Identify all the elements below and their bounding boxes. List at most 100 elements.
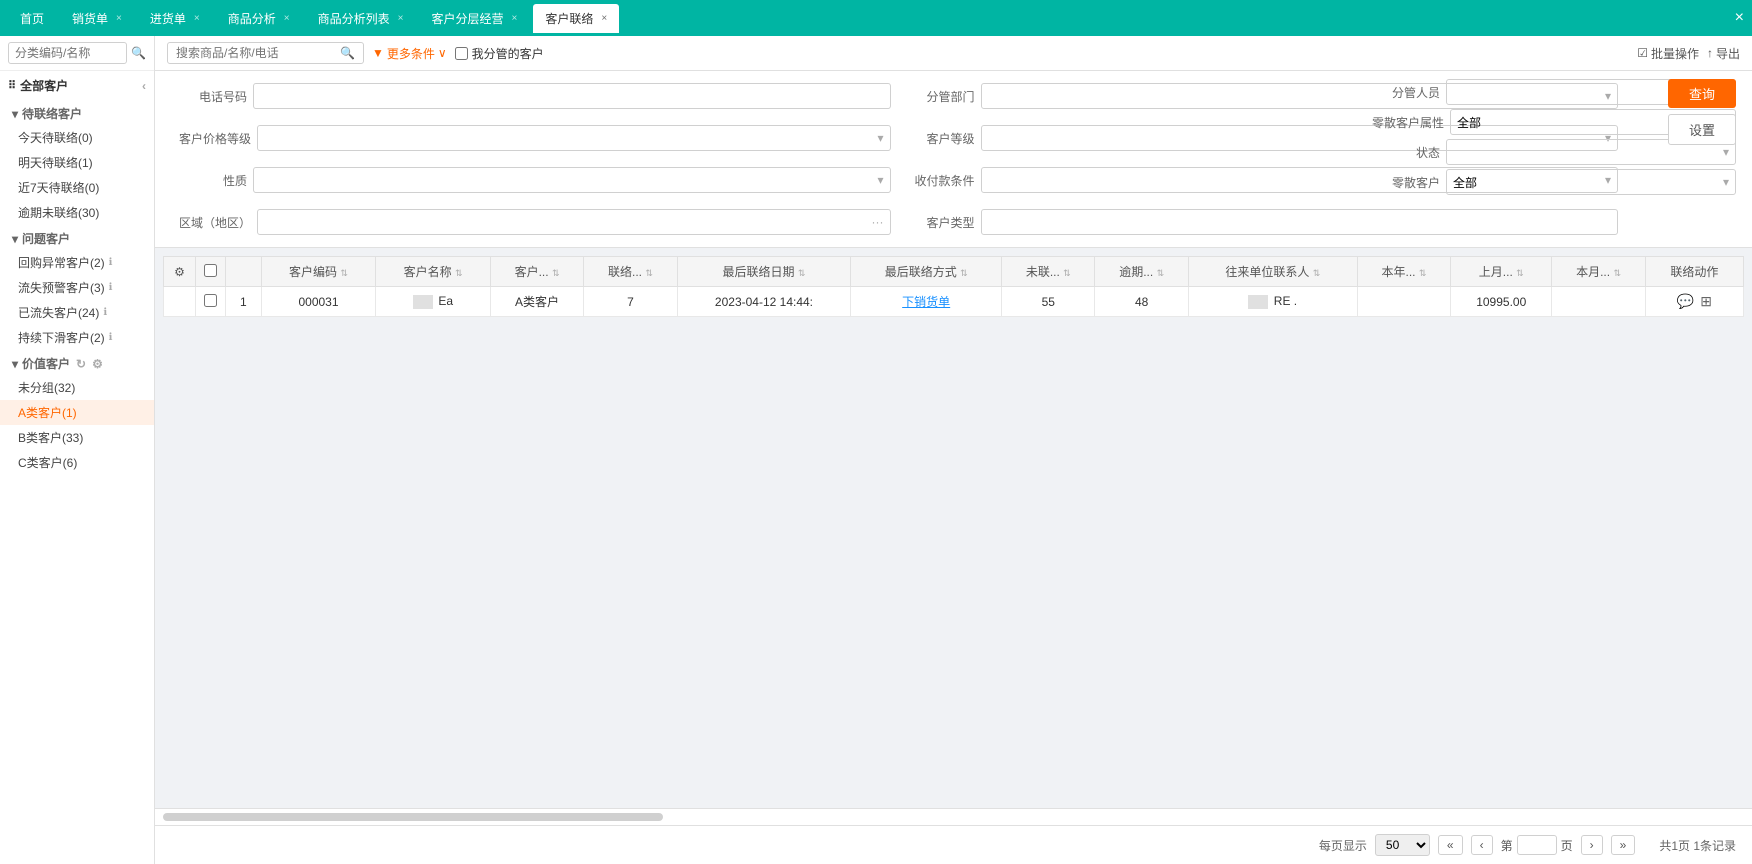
col-last-method[interactable]: 最后联络方式 ⇅ xyxy=(851,257,1002,287)
sidebar-item-ungrouped[interactable]: 未分组(32) xyxy=(0,375,154,400)
cell-last-method[interactable]: 下销货单 xyxy=(851,287,1002,317)
filter-action-buttons: 查询 设置 xyxy=(1668,79,1736,145)
grid-icon: ⠿ xyxy=(8,79,16,92)
cell-overdue: 48 xyxy=(1095,287,1188,317)
select-all-checkbox[interactable] xyxy=(204,264,217,277)
batch-op-btn[interactable]: ☑ 批量操作 xyxy=(1637,45,1699,62)
my-customers-checkbox-label[interactable]: 我分管的客户 xyxy=(455,45,544,62)
col-type[interactable]: 客户... ⇅ xyxy=(490,257,583,287)
settings-icon[interactable]: ⚙ xyxy=(92,357,103,371)
col-action: 联络动作 xyxy=(1645,257,1743,287)
retail-customer-select[interactable]: 全部 ▾ xyxy=(1446,169,1736,195)
filter-customer-type: 客户类型 xyxy=(899,205,1627,239)
sidebar-item-repurchase-abnormal[interactable]: 回购异常客户(2) ℹ xyxy=(0,250,154,275)
close-icon[interactable]: × xyxy=(601,13,607,24)
col-checkbox[interactable] xyxy=(196,257,226,287)
col-contact[interactable]: 联络... ⇅ xyxy=(584,257,677,287)
sidebar-item-b-class[interactable]: B类客户(33) xyxy=(0,425,154,450)
sidebar-search-input[interactable] xyxy=(8,42,127,64)
search-input[interactable] xyxy=(176,46,336,60)
col-settings[interactable]: ⚙ xyxy=(164,257,196,287)
export-icon: ↑ xyxy=(1707,46,1713,60)
sidebar-group-value: ▾ 价值客户 ↻ ⚙ xyxy=(0,350,154,375)
info-icon: ℹ xyxy=(103,307,107,318)
sidebar-item-7days[interactable]: 近7天待联络(0) xyxy=(0,175,154,200)
info-icon: ℹ xyxy=(109,282,113,293)
col-unit-contact[interactable]: 往来单位联系人 ⇅ xyxy=(1188,257,1357,287)
region-select[interactable]: ··· xyxy=(257,209,890,235)
my-customers-checkbox[interactable] xyxy=(455,47,468,60)
last-page-btn[interactable]: » xyxy=(1611,835,1636,855)
close-icon[interactable]: × xyxy=(511,13,517,24)
collapse-icon[interactable]: ‹ xyxy=(142,79,146,93)
chat-icon[interactable]: 💬 xyxy=(1677,293,1694,310)
search-icon[interactable]: 🔍 xyxy=(340,46,355,60)
page-size-select[interactable]: 50 100 200 xyxy=(1375,834,1430,856)
sidebar-item-tomorrow[interactable]: 明天待联络(1) xyxy=(0,150,154,175)
phone-input[interactable] xyxy=(253,83,891,109)
price-grade-select[interactable]: ▾ xyxy=(257,125,890,151)
nature-select[interactable]: ▾ xyxy=(253,167,891,193)
col-this-month[interactable]: 本月... ⇅ xyxy=(1552,257,1645,287)
more-filters-btn[interactable]: ▼ 更多条件 ∨ xyxy=(372,45,447,62)
customer-type-input[interactable] xyxy=(981,209,1619,235)
col-uncontacted[interactable]: 未联... ⇅ xyxy=(1002,257,1095,287)
nav-purchase-order[interactable]: 进货单 × xyxy=(138,4,212,33)
refresh-icon[interactable]: ↻ xyxy=(76,357,86,371)
col-seq xyxy=(226,257,262,287)
prev-page-btn[interactable]: ‹ xyxy=(1471,835,1493,855)
cell-last-month: 10995.00 xyxy=(1451,287,1552,317)
close-icon[interactable]: × xyxy=(284,13,290,24)
filter-price-grade: 客户价格等级 ▾ xyxy=(171,121,899,155)
page-number-input[interactable]: 1 xyxy=(1517,835,1557,855)
sidebar-search-area: 🔍 xyxy=(0,36,154,71)
next-page-btn[interactable]: › xyxy=(1581,835,1603,855)
col-code[interactable]: 客户编码 ⇅ xyxy=(261,257,376,287)
first-page-btn[interactable]: « xyxy=(1438,835,1463,855)
col-last-month[interactable]: 上月... ⇅ xyxy=(1451,257,1552,287)
cell-name: Ea xyxy=(376,287,491,317)
horizontal-scrollbar[interactable] xyxy=(155,808,1752,825)
col-this-year[interactable]: 本年... ⇅ xyxy=(1357,257,1450,287)
sidebar-item-c-class[interactable]: C类客户(6) xyxy=(0,450,154,475)
sidebar-item-declining[interactable]: 持续下滑客户(2) ℹ xyxy=(0,325,154,350)
cell-unit-contact: RE . xyxy=(1188,287,1357,317)
sidebar-item-a-class[interactable]: A类客户(1) xyxy=(0,400,154,425)
nav-sales-order[interactable]: 销货单 × xyxy=(60,4,134,33)
search-box: 🔍 xyxy=(167,42,364,64)
close-icon[interactable]: × xyxy=(194,13,200,24)
cell-this-month xyxy=(1552,287,1645,317)
settings-button[interactable]: 设置 xyxy=(1668,114,1736,145)
sort-icon: ⇅ xyxy=(960,268,968,278)
search-button[interactable]: 查询 xyxy=(1668,79,1736,108)
chevron-down-icon: ▾ xyxy=(1723,175,1729,189)
cell-checkbox[interactable] xyxy=(196,287,226,317)
scroll-thumb[interactable] xyxy=(163,813,663,821)
cell-last-date: 2023-04-12 14:44: xyxy=(677,287,851,317)
col-name[interactable]: 客户名称 ⇅ xyxy=(376,257,491,287)
sort-icon: ⇅ xyxy=(455,268,463,278)
sidebar-item-churned[interactable]: 已流失客户(24) ℹ xyxy=(0,300,154,325)
nav-product-analysis-list[interactable]: 商品分析列表 × xyxy=(306,4,416,33)
nav-customer-tier[interactable]: 客户分层经营 × xyxy=(419,4,529,33)
col-overdue[interactable]: 逾期... ⇅ xyxy=(1095,257,1188,287)
col-last-date[interactable]: 最后联络日期 ⇅ xyxy=(677,257,851,287)
filter-nature: 性质 ▾ xyxy=(171,163,899,197)
cell-this-year xyxy=(1357,287,1450,317)
close-icon[interactable]: × xyxy=(116,13,122,24)
close-icon[interactable]: × xyxy=(398,13,404,24)
sidebar-item-overdue[interactable]: 逾期未联络(30) xyxy=(0,200,154,225)
grid-icon[interactable]: ⊞ xyxy=(1700,293,1712,310)
export-btn[interactable]: ↑ 导出 xyxy=(1707,45,1740,62)
sidebar-item-today[interactable]: 今天待联络(0) xyxy=(0,125,154,150)
sidebar-all-customers[interactable]: ⠿ 全部客户 ‹ xyxy=(0,71,154,100)
row-checkbox[interactable] xyxy=(204,294,217,307)
nav-product-analysis[interactable]: 商品分析 × xyxy=(216,4,302,33)
top-navigation: 首页 销货单 × 进货单 × 商品分析 × 商品分析列表 × 客户分层经营 × … xyxy=(0,0,1752,36)
close-all-tabs[interactable]: × xyxy=(1735,9,1744,27)
nav-customer-contact[interactable]: 客户联络 × xyxy=(533,4,619,33)
filter-region: 区域（地区） ··· xyxy=(171,205,899,239)
sidebar-item-churn-warning[interactable]: 流失预警客户(3) ℹ xyxy=(0,275,154,300)
sidebar-search-icon[interactable]: 🔍 xyxy=(131,46,146,60)
nav-home[interactable]: 首页 xyxy=(8,4,56,33)
